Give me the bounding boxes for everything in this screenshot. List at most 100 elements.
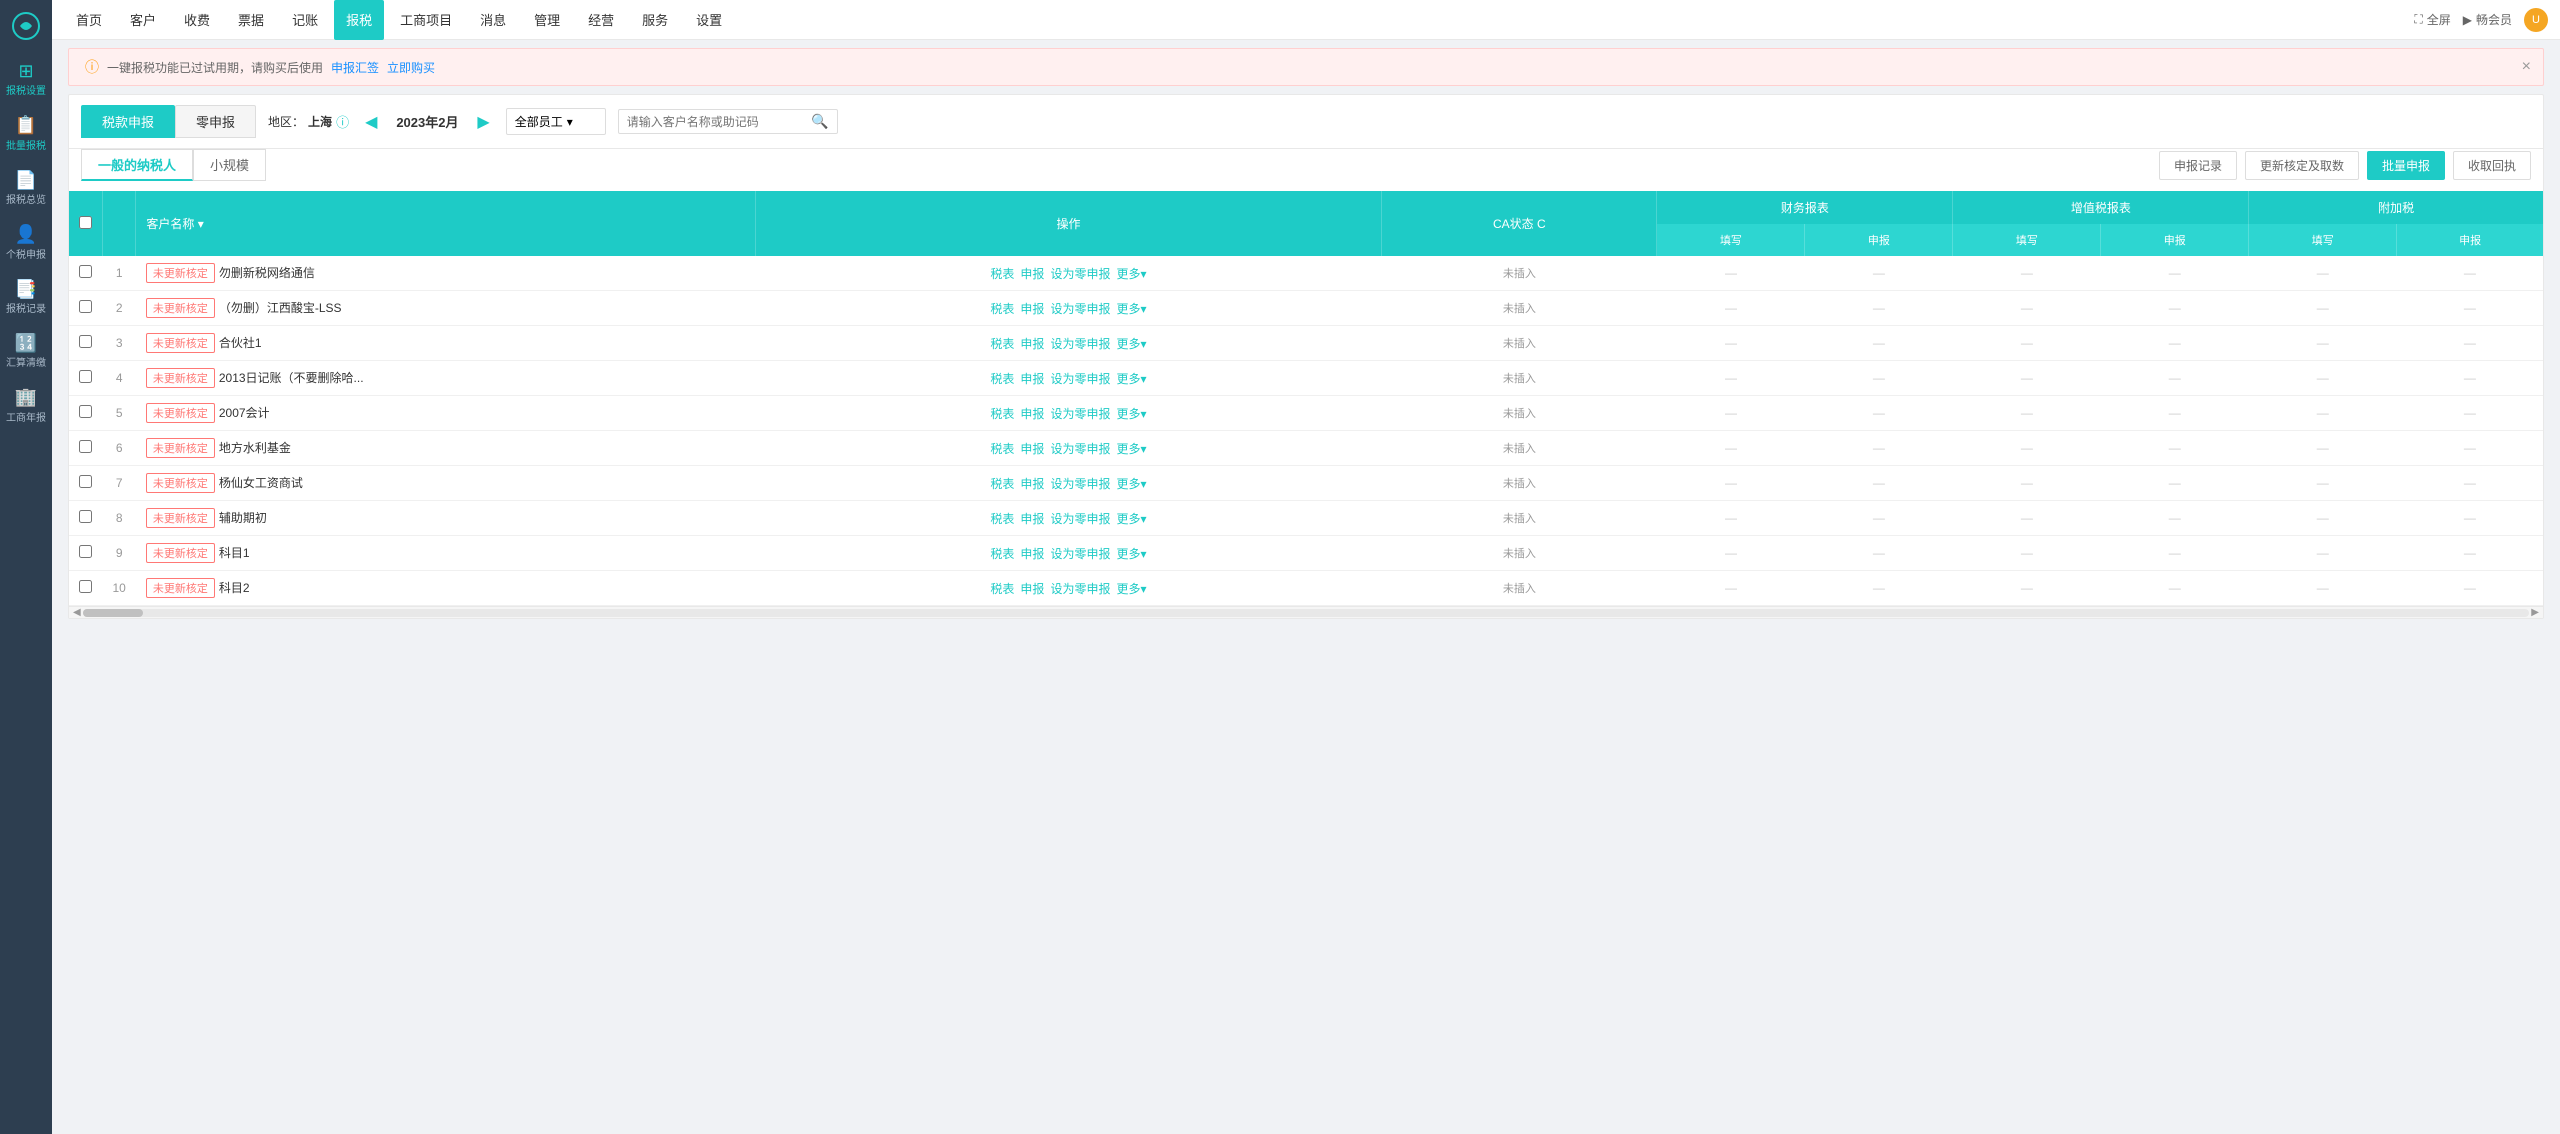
nav-service[interactable]: 服务 [630, 0, 680, 40]
op-link[interactable]: 更多▾ [1116, 582, 1146, 596]
client-name[interactable]: （勿删）江西酸宝-LSS [219, 301, 342, 315]
record-btn[interactable]: 申报记录 [2159, 151, 2237, 180]
op-link[interactable]: 申报 [1020, 442, 1044, 456]
op-link[interactable]: 税表 [990, 302, 1014, 316]
op-link[interactable]: 更多▾ [1116, 407, 1146, 421]
op-link[interactable]: 设为零申报 [1050, 302, 1110, 316]
op-link[interactable]: 税表 [990, 547, 1014, 561]
op-link[interactable]: 更多▾ [1116, 547, 1146, 561]
op-link[interactable]: 更多▾ [1116, 337, 1146, 351]
op-link[interactable]: 更多▾ [1116, 267, 1146, 281]
op-link[interactable]: 更多▾ [1116, 302, 1146, 316]
row-checkbox[interactable] [79, 335, 92, 348]
op-link[interactable]: 更多▾ [1116, 512, 1146, 526]
nav-tax[interactable]: 报税 [334, 0, 384, 40]
op-link[interactable]: 设为零申报 [1050, 407, 1110, 421]
op-link[interactable]: 申报 [1020, 267, 1044, 281]
row-checkbox[interactable] [79, 265, 92, 278]
row-checkbox[interactable] [79, 370, 92, 383]
nav-biz-project[interactable]: 工商项目 [388, 0, 464, 40]
nav-manage[interactable]: 管理 [522, 0, 572, 40]
sidebar-item-biz-report[interactable]: 🏢 工商年报 [0, 378, 52, 432]
sidebar-item-batch-tax[interactable]: 📋 批量报税 [0, 106, 52, 160]
op-link[interactable]: 税表 [990, 582, 1014, 596]
tab-general-taxpayer[interactable]: 一般的纳税人 [81, 149, 193, 181]
nav-invoice[interactable]: 票据 [226, 0, 276, 40]
client-name[interactable]: 勿删新税网络通信 [219, 266, 315, 280]
row-checkbox[interactable] [79, 580, 92, 593]
op-link[interactable]: 申报 [1020, 512, 1044, 526]
row-checkbox[interactable] [79, 300, 92, 313]
scroll-left-arrow[interactable]: ◀ [71, 607, 83, 618]
client-name[interactable]: 科目1 [219, 546, 250, 560]
op-link[interactable]: 设为零申报 [1050, 477, 1110, 491]
notice-link-buy[interactable]: 立即购买 [387, 59, 435, 76]
horizontal-scrollbar[interactable]: ◀ ▶ [69, 606, 2543, 618]
client-name[interactable]: 辅助期初 [219, 511, 267, 525]
op-link[interactable]: 申报 [1020, 372, 1044, 386]
op-link[interactable]: 税表 [990, 267, 1014, 281]
notice-link-report[interactable]: 申报汇签 [331, 59, 379, 76]
op-link[interactable]: 税表 [990, 372, 1014, 386]
next-period-btn[interactable]: ▶ [473, 112, 493, 132]
tab-small-scale[interactable]: 小规模 [193, 149, 266, 181]
row-checkbox[interactable] [79, 405, 92, 418]
sidebar-item-tax-settings[interactable]: ⊞ 报税设置 [0, 52, 52, 106]
nav-bookkeeping[interactable]: 记账 [280, 0, 330, 40]
sidebar-item-tax-records[interactable]: 📑 报税记录 [0, 270, 52, 324]
update-confirm-btn[interactable]: 更新核定及取数 [2245, 151, 2359, 180]
nav-client[interactable]: 客户 [118, 0, 168, 40]
collect-return-btn[interactable]: 收取回执 [2453, 151, 2531, 180]
batch-report-btn[interactable]: 批量申报 [2367, 151, 2445, 180]
select-all-checkbox[interactable] [79, 216, 92, 229]
sidebar-item-personal-tax[interactable]: 👤 个税申报 [0, 215, 52, 269]
op-link[interactable]: 更多▾ [1116, 442, 1146, 456]
op-link[interactable]: 税表 [990, 512, 1014, 526]
row-checkbox[interactable] [79, 510, 92, 523]
client-name[interactable]: 2013日记账（不要删除哈... [219, 371, 364, 385]
op-link[interactable]: 设为零申报 [1050, 337, 1110, 351]
op-link[interactable]: 设为零申报 [1050, 547, 1110, 561]
search-input[interactable] [627, 115, 812, 129]
op-link[interactable]: 更多▾ [1116, 372, 1146, 386]
client-name[interactable]: 杨仙女工资商试 [219, 476, 303, 490]
op-link[interactable]: 申报 [1020, 582, 1044, 596]
op-link[interactable]: 申报 [1020, 407, 1044, 421]
client-name[interactable]: 科目2 [219, 581, 250, 595]
op-link[interactable]: 税表 [990, 337, 1014, 351]
client-name[interactable]: 2007会计 [219, 406, 270, 420]
prev-period-btn[interactable]: ◀ [361, 112, 381, 132]
scroll-track[interactable] [83, 609, 2530, 617]
op-link[interactable]: 设为零申报 [1050, 442, 1110, 456]
nav-message[interactable]: 消息 [468, 0, 518, 40]
client-name[interactable]: 地方水利基金 [219, 441, 291, 455]
tab-tax-declaration[interactable]: 税款申报 [81, 105, 175, 138]
client-name[interactable]: 合伙社1 [219, 336, 262, 350]
op-link[interactable]: 设为零申报 [1050, 372, 1110, 386]
sidebar-item-calc-clear[interactable]: 🔢 汇算清缴 [0, 324, 52, 378]
op-link[interactable]: 税表 [990, 442, 1014, 456]
op-link[interactable]: 设为零申报 [1050, 267, 1110, 281]
scroll-thumb[interactable] [83, 609, 143, 617]
nav-home[interactable]: 首页 [64, 0, 114, 40]
op-link[interactable]: 设为零申报 [1050, 512, 1110, 526]
op-link[interactable]: 申报 [1020, 547, 1044, 561]
nav-settings[interactable]: 设置 [684, 0, 734, 40]
tab-zero-declaration[interactable]: 零申报 [175, 105, 256, 138]
op-link[interactable]: 申报 [1020, 337, 1044, 351]
op-link[interactable]: 设为零申报 [1050, 582, 1110, 596]
search-icon[interactable]: 🔍 [811, 113, 828, 130]
dept-select[interactable]: 全部员工 ▾ [506, 108, 606, 135]
sidebar-item-tax-overview[interactable]: 📄 报税总览 [0, 161, 52, 215]
op-link[interactable]: 税表 [990, 407, 1014, 421]
nav-operation[interactable]: 经营 [576, 0, 626, 40]
op-link[interactable]: 申报 [1020, 477, 1044, 491]
row-checkbox[interactable] [79, 545, 92, 558]
row-checkbox[interactable] [79, 475, 92, 488]
row-checkbox[interactable] [79, 440, 92, 453]
op-link[interactable]: 申报 [1020, 302, 1044, 316]
fullscreen-btn[interactable]: ⛶ 全屏 [2414, 11, 2450, 28]
nav-charge[interactable]: 收费 [172, 0, 222, 40]
op-link[interactable]: 税表 [990, 477, 1014, 491]
notice-close-btn[interactable]: × [2522, 58, 2531, 76]
